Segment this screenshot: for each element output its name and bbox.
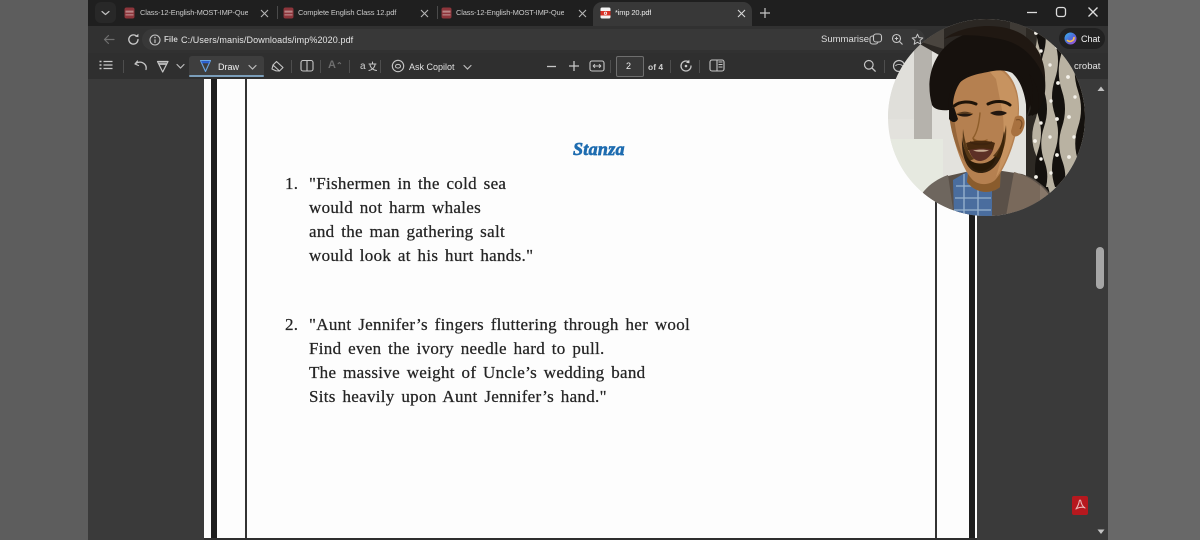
svg-text:Stanza: Stanza — [573, 139, 625, 159]
